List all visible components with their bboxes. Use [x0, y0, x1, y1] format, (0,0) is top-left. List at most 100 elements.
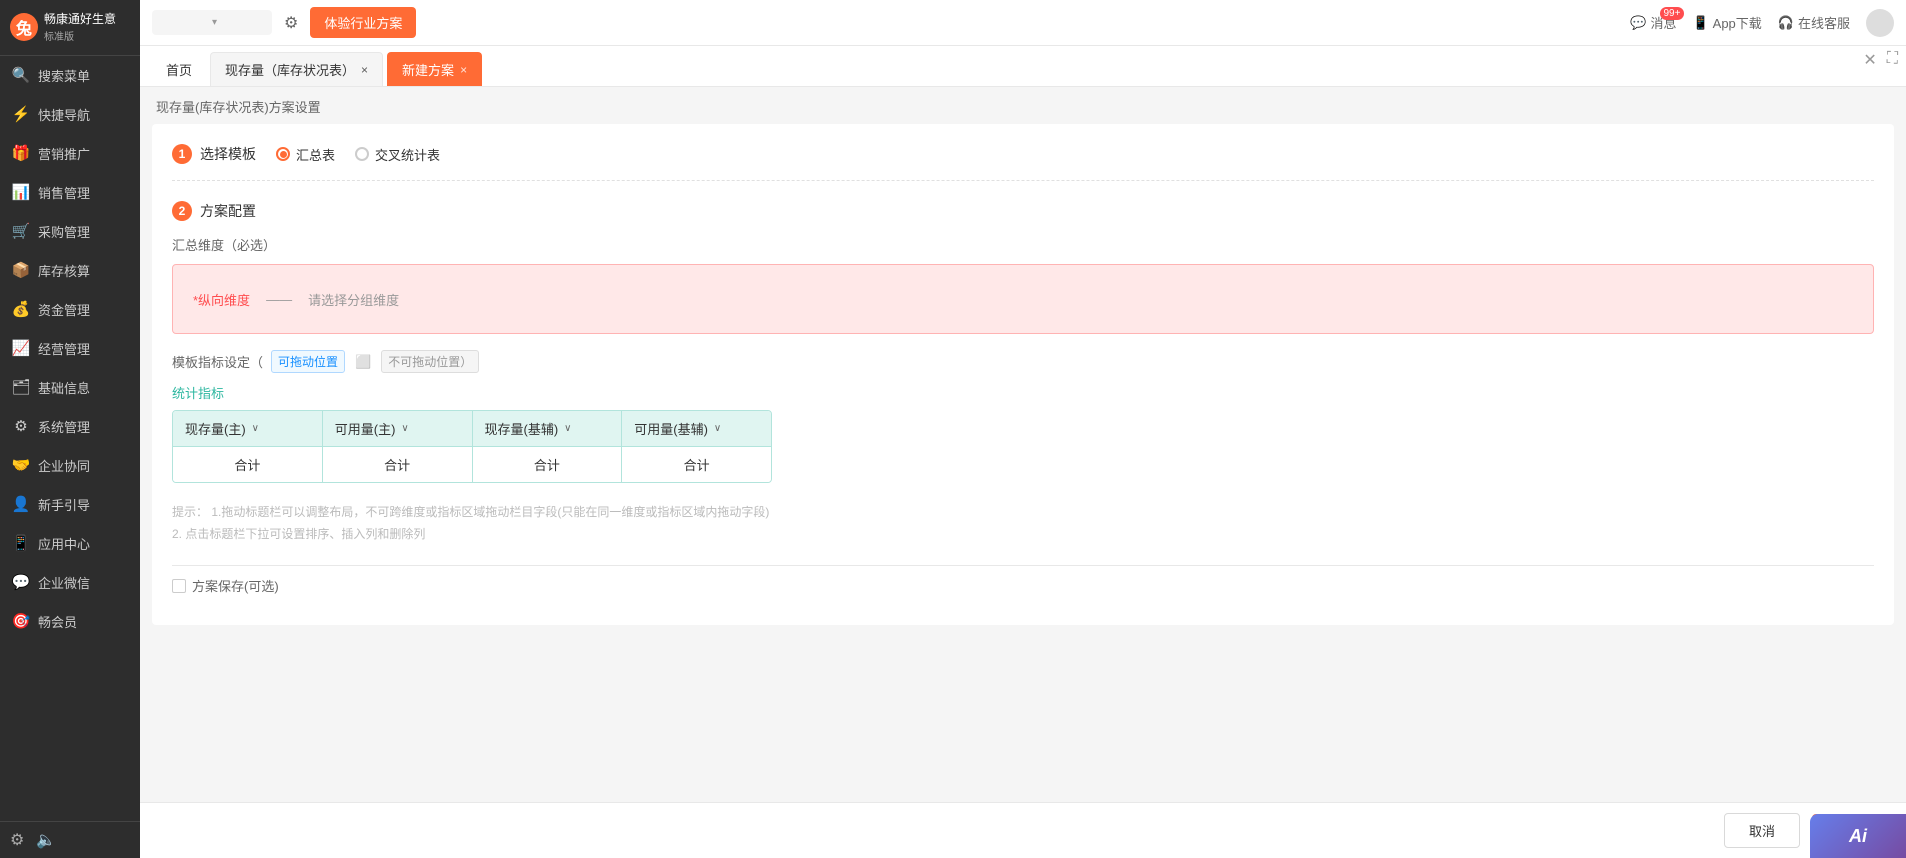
tab-newplan-close[interactable]: ×: [460, 63, 467, 77]
tab-newplan-label: 新建方案: [402, 60, 454, 79]
purchase-icon: 🛒: [12, 222, 30, 240]
sidebar-purchase-label: 采购管理: [38, 222, 90, 241]
col0-chevron[interactable]: ∨: [252, 423, 259, 434]
sidebar-item-wechat[interactable]: 💬 企业微信: [0, 563, 140, 602]
topbar-search-text: [160, 14, 208, 31]
stats-col0-label: 现存量(主): [185, 419, 246, 438]
sidebar-item-management[interactable]: 📈 经营管理: [0, 329, 140, 368]
sidebar-item-purchase[interactable]: 🛒 采购管理: [0, 212, 140, 251]
sidebar-item-sales[interactable]: 📊 销售管理: [0, 173, 140, 212]
section1-num: 1: [172, 144, 192, 164]
col3-chevron[interactable]: ∨: [714, 423, 721, 434]
ai-button[interactable]: Ai: [1810, 814, 1906, 858]
cancel-button[interactable]: 取消: [1724, 813, 1800, 848]
sidebar-collab-label: 企业协同: [38, 456, 90, 475]
section2-label: 方案配置: [200, 201, 256, 221]
tab-inventory-close[interactable]: ×: [361, 63, 368, 77]
tabs: 首页 现存量（库存状况表） × 新建方案 ×: [140, 46, 1906, 86]
col1-chevron[interactable]: ∨: [401, 423, 408, 434]
sales-icon: 📊: [12, 183, 30, 201]
sidebar-item-search[interactable]: 🔍 搜索菜单: [0, 56, 140, 95]
indicator-separator: ⬜: [355, 354, 371, 370]
sidebar: 兔 畅康通好生意 标准版 🔍 搜索菜单 ⚡ 快捷导航 🎁 营销推广 📊 销售管理…: [0, 0, 140, 858]
sidebar-item-appcenter[interactable]: 📱 应用中心: [0, 524, 140, 563]
sidebar-item-system[interactable]: ⚙ 系统管理: [0, 407, 140, 446]
topbar-search[interactable]: ▾: [152, 10, 272, 35]
basicinfo-icon: 🗂: [12, 378, 30, 396]
sidebar-search-label: 搜索菜单: [38, 66, 90, 85]
indicator-draggable: 可拖动位置: [271, 350, 345, 373]
online-service-btn[interactable]: 🎧 在线客服: [1778, 13, 1850, 32]
app-icon: 📱: [1692, 15, 1708, 31]
user-avatar[interactable]: [1866, 9, 1894, 37]
tab-inventory[interactable]: 现存量（库存状况表） ×: [210, 52, 383, 86]
sidebar-item-newuser[interactable]: 👤 新手引导: [0, 485, 140, 524]
tab-newplan[interactable]: 新建方案 ×: [387, 52, 482, 86]
indicator-label: 模板指标设定（ 可拖动位置 ⬜ 不可拖动位置）: [172, 350, 1874, 373]
sidebar-quicknav-label: 快捷导航: [38, 105, 90, 124]
stats-col3-label: 可用量(基辅): [634, 419, 708, 438]
member-icon: 🎯: [12, 612, 30, 630]
sidebar-inventory-label: 库存核算: [38, 261, 90, 280]
management-icon: 📈: [12, 339, 30, 357]
tabs-wrapper: 首页 现存量（库存状况表） × 新建方案 × ✕ ⛶: [140, 46, 1906, 87]
radio-summary[interactable]: 汇总表: [276, 145, 335, 164]
stats-header-row: 现存量(主) ∨ 可用量(主) ∨ 现存量(基辅) ∨: [173, 411, 771, 446]
stats-data-cell-2: 合计: [473, 447, 623, 482]
dimension-arrow: ——: [266, 292, 292, 307]
dimension-required: *纵向维度: [193, 290, 250, 309]
sidebar-item-member[interactable]: 🎯 畅会员: [0, 602, 140, 641]
stats-col1-label: 可用量(主): [335, 419, 396, 438]
app-logo: 兔 畅康通好生意 标准版: [0, 0, 140, 56]
section-config: 2 方案配置 汇总维度（必选） *纵向维度 —— 请选择分组维度 模板指标设定（…: [172, 201, 1874, 545]
app-name: 畅康通好生意: [44, 12, 116, 28]
tab-home-label: 首页: [166, 60, 192, 79]
ai-label: Ai: [1849, 826, 1867, 847]
stats-data-cell-3: 合计: [622, 447, 771, 482]
expand-panel-btn[interactable]: ⛶: [1887, 50, 1898, 70]
content-panel: 1 选择模板 汇总表 交叉统计表: [152, 124, 1894, 625]
sidebar-sales-label: 销售管理: [38, 183, 90, 202]
finance-icon: 💰: [12, 300, 30, 318]
appcenter-icon: 📱: [12, 534, 30, 552]
save-checkbox[interactable]: [172, 579, 186, 593]
close-panel-btn[interactable]: ✕: [1863, 50, 1876, 70]
tips-item2: 2. 点击标题栏下拉可设置排序、插入列和删除列: [172, 524, 1874, 546]
sidebar-item-quicknav[interactable]: ⚡ 快捷导航: [0, 95, 140, 134]
speaker-icon[interactable]: 🔈: [36, 830, 56, 850]
dimension-box[interactable]: *纵向维度 —— 请选择分组维度: [172, 264, 1874, 334]
inventory-icon: 📦: [12, 261, 30, 279]
stats-header-cell-2[interactable]: 现存量(基辅) ∨: [473, 411, 623, 446]
message-btn[interactable]: 💬 消息 99+: [1630, 13, 1676, 32]
radio-crosstab-label: 交叉统计表: [375, 145, 440, 164]
stats-header-cell-0[interactable]: 现存量(主) ∨: [173, 411, 323, 446]
radio-crosstab[interactable]: 交叉统计表: [355, 145, 440, 164]
stats-header-cell-1[interactable]: 可用量(主) ∨: [323, 411, 473, 446]
sidebar-marketing-label: 营销推广: [38, 144, 90, 163]
sidebar-item-inventory[interactable]: 📦 库存核算: [0, 251, 140, 290]
stats-label: 统计指标: [172, 383, 1874, 402]
tabs-actions: ✕ ⛶: [1863, 50, 1898, 70]
topbar-gear-icon[interactable]: ⚙: [280, 9, 302, 37]
sidebar-item-collab[interactable]: 🤝 企业协同: [0, 446, 140, 485]
stats-header-cell-3[interactable]: 可用量(基辅) ∨: [622, 411, 771, 446]
sidebar-newuser-label: 新手引导: [38, 495, 90, 514]
tips-section: 提示： 1.拖动标题栏可以调整布局，不可跨维度或指标区域拖动栏目字段(只能在同一…: [172, 502, 1874, 545]
stats-data-cell-1: 合计: [323, 447, 473, 482]
col2-chevron[interactable]: ∨: [564, 423, 571, 434]
sidebar-item-marketing[interactable]: 🎁 营销推广: [0, 134, 140, 173]
marketing-icon: 🎁: [12, 144, 30, 162]
tab-inventory-label: 现存量（库存状况表）: [225, 60, 355, 79]
sidebar-item-finance[interactable]: 💰 资金管理: [0, 290, 140, 329]
tab-home[interactable]: 首页: [152, 52, 206, 86]
service-label: 在线客服: [1798, 13, 1850, 32]
service-icon: 🎧: [1778, 15, 1794, 31]
sidebar-item-basicinfo[interactable]: 🗂 基础信息: [0, 368, 140, 407]
trial-button[interactable]: 体验行业方案: [310, 7, 416, 38]
section1-label: 选择模板: [200, 144, 256, 164]
page-title: 现存量(库存状况表)方案设置: [140, 87, 1906, 124]
settings-icon[interactable]: ⚙: [10, 830, 24, 850]
app-download-btn[interactable]: 📱 App下载: [1692, 13, 1761, 32]
indicator-label-text: 模板指标设定（: [172, 352, 263, 371]
wechat-icon: 💬: [12, 573, 30, 591]
